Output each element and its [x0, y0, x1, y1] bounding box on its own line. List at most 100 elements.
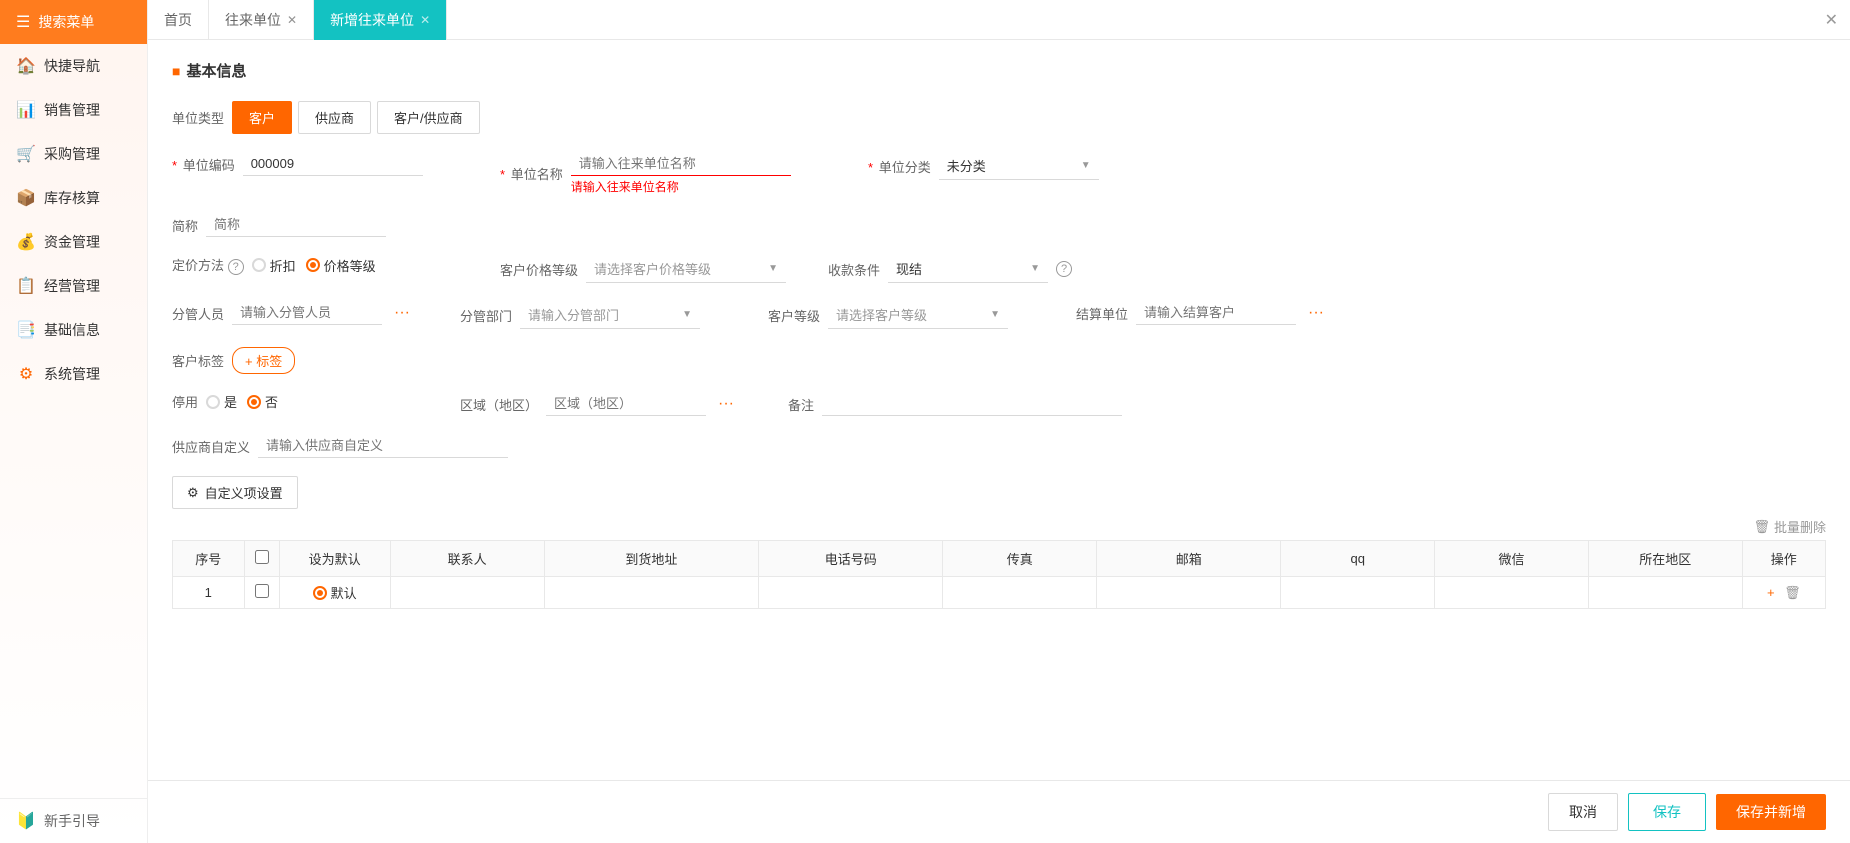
radio-label-no: 否 [265, 392, 278, 411]
unit-category-item: * 单位分类 未分类 ▼ [868, 152, 1099, 180]
tab-home[interactable]: 首页 [148, 0, 209, 40]
manager-label: 分管人员 [172, 304, 224, 323]
radio-yes[interactable]: 是 [206, 392, 237, 411]
wechat-input[interactable] [1471, 585, 1551, 600]
unit-info-row: * 单位编码 * 单位名称 请输入往来单位名称 * 单位分类 [172, 152, 1826, 195]
cell-phone[interactable] [759, 577, 943, 609]
short-name-row: 简称 [172, 213, 1826, 237]
supplier-custom-input[interactable] [258, 434, 508, 458]
save-button[interactable]: 保存 [1628, 793, 1706, 831]
cell-check[interactable] [244, 577, 279, 609]
customer-price-level-item: 客户价格等级 请选择客户价格等级 ▼ [500, 255, 820, 283]
col-address: 到货地址 [544, 541, 759, 577]
remarks-input[interactable] [822, 392, 1122, 416]
radio-no[interactable]: 否 [247, 392, 278, 411]
radio-discount[interactable]: 折扣 [252, 256, 296, 275]
sidebar-item-basic[interactable]: 📑 基础信息 [0, 308, 147, 352]
phone-input[interactable] [801, 585, 901, 600]
sidebar-item-guide[interactable]: 🔰 新手引导 [0, 799, 147, 843]
tags-label: 客户标签 [172, 351, 224, 370]
region-input[interactable] [546, 392, 706, 416]
sidebar-item-system[interactable]: ⚙ 系统管理 [0, 352, 147, 396]
short-name-input[interactable] [206, 213, 386, 237]
qq-input[interactable] [1318, 585, 1398, 600]
btn-customer[interactable]: 客户 [232, 101, 292, 134]
cell-address[interactable] [544, 577, 759, 609]
tab-label: 首页 [164, 10, 192, 30]
manager-item: 分管人员 ··· [172, 301, 452, 325]
cell-contact[interactable] [390, 577, 544, 609]
tab-new-partner[interactable]: 新增往来单位 ✕ [314, 0, 447, 40]
default-radio[interactable]: 默认 [290, 583, 380, 602]
btn-both[interactable]: 客户/供应商 [377, 101, 480, 134]
guide-icon: 🔰 [16, 811, 36, 831]
add-row-btn[interactable]: + [1767, 585, 1775, 600]
sidebar-item-label: 库存核算 [44, 188, 100, 208]
purchase-icon: 🛒 [16, 144, 36, 164]
section-icon: ■ [172, 63, 180, 79]
cell-email[interactable] [1097, 577, 1281, 609]
custom-settings-button[interactable]: ⚙ 自定义项设置 [172, 476, 298, 509]
btn-supplier[interactable]: 供应商 [298, 101, 371, 134]
region-more-btn[interactable]: ··· [714, 395, 738, 413]
search-menu[interactable]: ☰ 搜索菜单 [0, 0, 147, 44]
section-title: ■ 基本信息 [172, 60, 1826, 81]
cell-qq[interactable] [1281, 577, 1435, 609]
department-placeholder: 请输入分管部门 [528, 305, 619, 324]
sidebar-item-operations[interactable]: 📋 经营管理 [0, 264, 147, 308]
main-content: 首页 往来单位 ✕ 新增往来单位 ✕ ✕ ■ 基本信息 单位类型 客户 供应商 … [148, 0, 1850, 843]
cancel-button[interactable]: 取消 [1548, 793, 1618, 831]
sidebar-item-label: 经营管理 [44, 276, 100, 296]
customer-price-level-select[interactable]: 请选择客户价格等级 ▼ [586, 255, 786, 283]
settlement-unit-input[interactable] [1136, 301, 1296, 325]
row-checkbox[interactable] [255, 584, 269, 598]
region-cell-input[interactable] [1625, 585, 1705, 600]
payment-terms-select[interactable]: 现结 ▼ [888, 255, 1048, 283]
save-new-button[interactable]: 保存并新增 [1716, 794, 1826, 830]
email-input[interactable] [1139, 585, 1239, 600]
batch-delete-button[interactable]: 🗑 批量删除 [1753, 517, 1826, 536]
unit-name-input[interactable] [571, 152, 791, 176]
col-check[interactable] [244, 541, 279, 577]
help-icon[interactable]: ? [228, 259, 244, 275]
delete-row-btn[interactable]: 🗑 [1784, 585, 1801, 600]
settlement-unit-more-btn[interactable]: ··· [1304, 304, 1328, 322]
cell-region[interactable] [1588, 577, 1742, 609]
sidebar-item-quick-nav[interactable]: 🏠 快捷导航 [0, 44, 147, 88]
sidebar-item-inventory[interactable]: 📦 库存核算 [0, 176, 147, 220]
batch-delete-label: 批量删除 [1774, 517, 1826, 536]
contact-input[interactable] [427, 585, 507, 600]
unit-code-input[interactable] [243, 152, 423, 176]
sidebar-item-sales[interactable]: 📊 销售管理 [0, 88, 147, 132]
col-default: 设为默认 [279, 541, 390, 577]
close-all-tabs[interactable]: ✕ [1825, 10, 1838, 30]
payment-terms-item: 收款条件 现结 ▼ ? [828, 255, 1072, 283]
payment-terms-help-icon[interactable]: ? [1056, 261, 1072, 277]
department-select[interactable]: 请输入分管部门 ▼ [520, 301, 700, 329]
form-area: ■ 基本信息 单位类型 客户 供应商 客户/供应商 * 单位编码 [148, 40, 1850, 780]
bottom-bar: 取消 保存 保存并新增 [148, 780, 1850, 843]
pricing-method-item: 定价方法 ? 折扣 价格等级 [172, 255, 492, 275]
tab-partners[interactable]: 往来单位 ✕ [209, 0, 314, 40]
manager-more-btn[interactable]: ··· [390, 304, 414, 322]
manager-input[interactable] [232, 301, 382, 325]
table-row: 1 默认 [173, 577, 1826, 609]
unit-category-select[interactable]: 未分类 ▼ [939, 152, 1099, 180]
cell-fax[interactable] [943, 577, 1097, 609]
col-wechat: 微信 [1435, 541, 1589, 577]
contact-table: 序号 设为默认 联系人 到货地址 电话号码 传真 邮箱 qq 微信 所在地区 操… [172, 540, 1826, 609]
fax-input[interactable] [980, 585, 1060, 600]
cell-wechat[interactable] [1435, 577, 1589, 609]
close-tab-new-partner[interactable]: ✕ [420, 13, 430, 27]
region-item: 区域（地区） ··· [460, 392, 780, 416]
close-tab-partners[interactable]: ✕ [287, 13, 297, 27]
sidebar-item-purchase[interactable]: 🛒 采购管理 [0, 132, 147, 176]
address-input[interactable] [591, 585, 711, 600]
sidebar-item-finance[interactable]: 💰 资金管理 [0, 220, 147, 264]
add-tag-button[interactable]: + 标签 [232, 347, 295, 374]
col-fax: 传真 [943, 541, 1097, 577]
select-all-checkbox[interactable] [255, 550, 269, 564]
radio-price-level[interactable]: 价格等级 [306, 256, 376, 275]
cell-default[interactable]: 默认 [279, 577, 390, 609]
customer-level-select[interactable]: 请选择客户等级 ▼ [828, 301, 1008, 329]
